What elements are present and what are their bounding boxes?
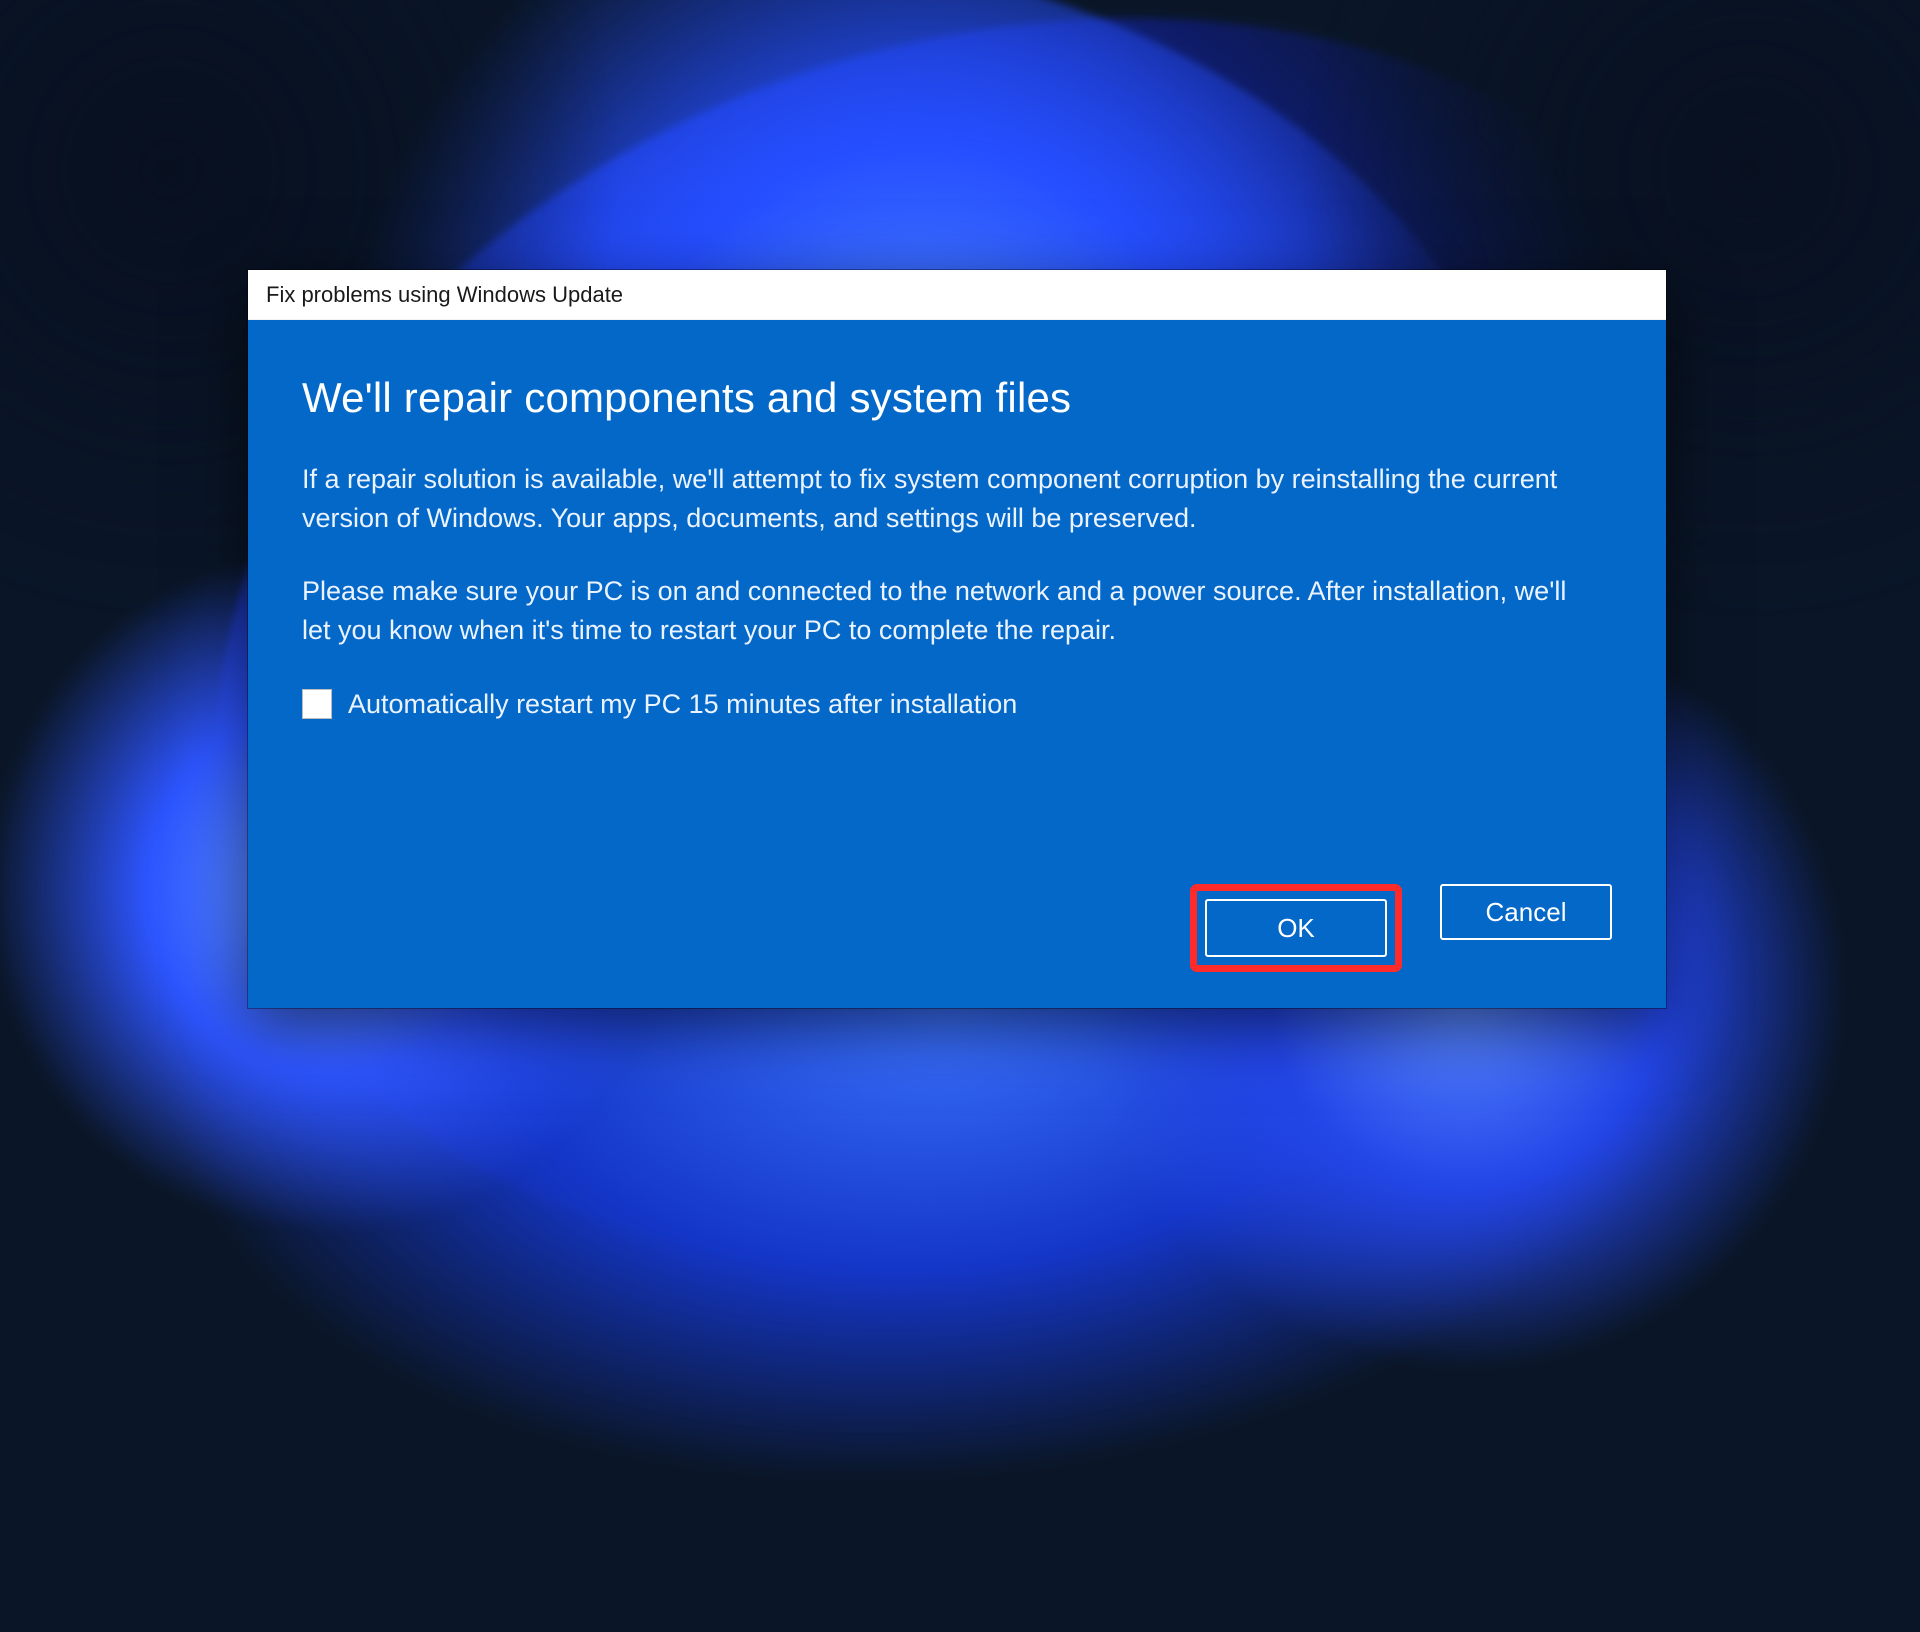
dialog-headline: We'll repair components and system files bbox=[302, 374, 1612, 422]
dialog-body: We'll repair components and system files… bbox=[248, 320, 1666, 1008]
auto-restart-checkbox[interactable] bbox=[302, 689, 332, 719]
dialog-paragraph-1: If a repair solution is available, we'll… bbox=[302, 460, 1572, 538]
dialog-title: Fix problems using Windows Update bbox=[266, 282, 623, 308]
ok-button-highlight: OK bbox=[1190, 884, 1402, 972]
dialog-button-row: OK Cancel bbox=[302, 864, 1612, 972]
dialog-paragraph-2: Please make sure your PC is on and conne… bbox=[302, 572, 1572, 650]
auto-restart-checkbox-label: Automatically restart my PC 15 minutes a… bbox=[348, 689, 1017, 720]
ok-button[interactable]: OK bbox=[1205, 899, 1387, 957]
cancel-button[interactable]: Cancel bbox=[1440, 884, 1612, 940]
auto-restart-checkbox-row[interactable]: Automatically restart my PC 15 minutes a… bbox=[302, 689, 1612, 720]
dialog-titlebar[interactable]: Fix problems using Windows Update bbox=[248, 270, 1666, 320]
repair-dialog: Fix problems using Windows Update We'll … bbox=[248, 270, 1666, 1008]
